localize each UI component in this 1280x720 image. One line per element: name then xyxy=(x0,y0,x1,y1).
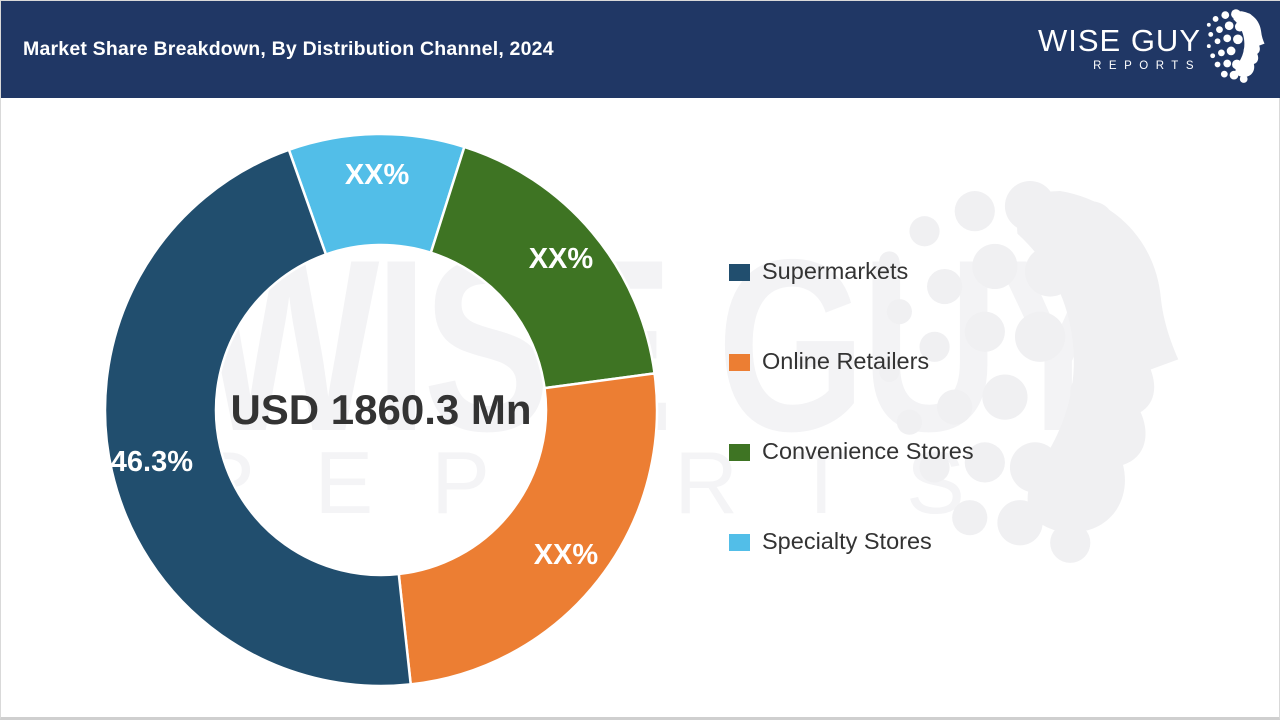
legend-swatch xyxy=(729,263,750,281)
legend-label: Specialty Stores xyxy=(762,528,932,555)
legend-item-online-retailers: Online Retailers xyxy=(729,349,974,375)
logo-text: WISE GUY REPORTS xyxy=(1038,25,1201,72)
slice-value-label: XX% xyxy=(529,243,594,275)
logo-subtitle: REPORTS xyxy=(1093,59,1201,72)
legend-item-convenience-stores: Convenience Stores xyxy=(729,439,974,465)
dotted-face-icon xyxy=(1206,9,1265,83)
logo-wordmark: WISE GUY xyxy=(1037,22,1201,58)
legend-item-specialty-stores: Specialty Stores xyxy=(729,529,974,555)
chart-title: Market Share Breakdown, By Distribution … xyxy=(23,38,554,60)
slice-value-label: XX% xyxy=(534,539,599,571)
report-image: Market Share Breakdown, By Distribution … xyxy=(0,0,1280,720)
legend-swatch xyxy=(729,353,750,371)
slice-value-label: XX% xyxy=(345,159,410,191)
legend-swatch xyxy=(729,533,750,551)
legend-label: Convenience Stores xyxy=(762,438,974,465)
header-bar: Market Share Breakdown, By Distribution … xyxy=(1,1,1280,98)
legend-item-supermarkets: Supermarkets xyxy=(729,259,974,285)
wise-guy-logo: WISE GUY REPORTS xyxy=(1038,9,1265,87)
legend-label: Supermarkets xyxy=(762,258,909,285)
legend-label: Online Retailers xyxy=(762,348,930,375)
chart-legend: Supermarkets Online Retailers Convenience … xyxy=(729,259,974,619)
slice-value-label: 46.3% xyxy=(111,446,193,478)
legend-swatch xyxy=(729,443,750,461)
center-value-label: USD 1860.3 Mn xyxy=(230,386,532,433)
